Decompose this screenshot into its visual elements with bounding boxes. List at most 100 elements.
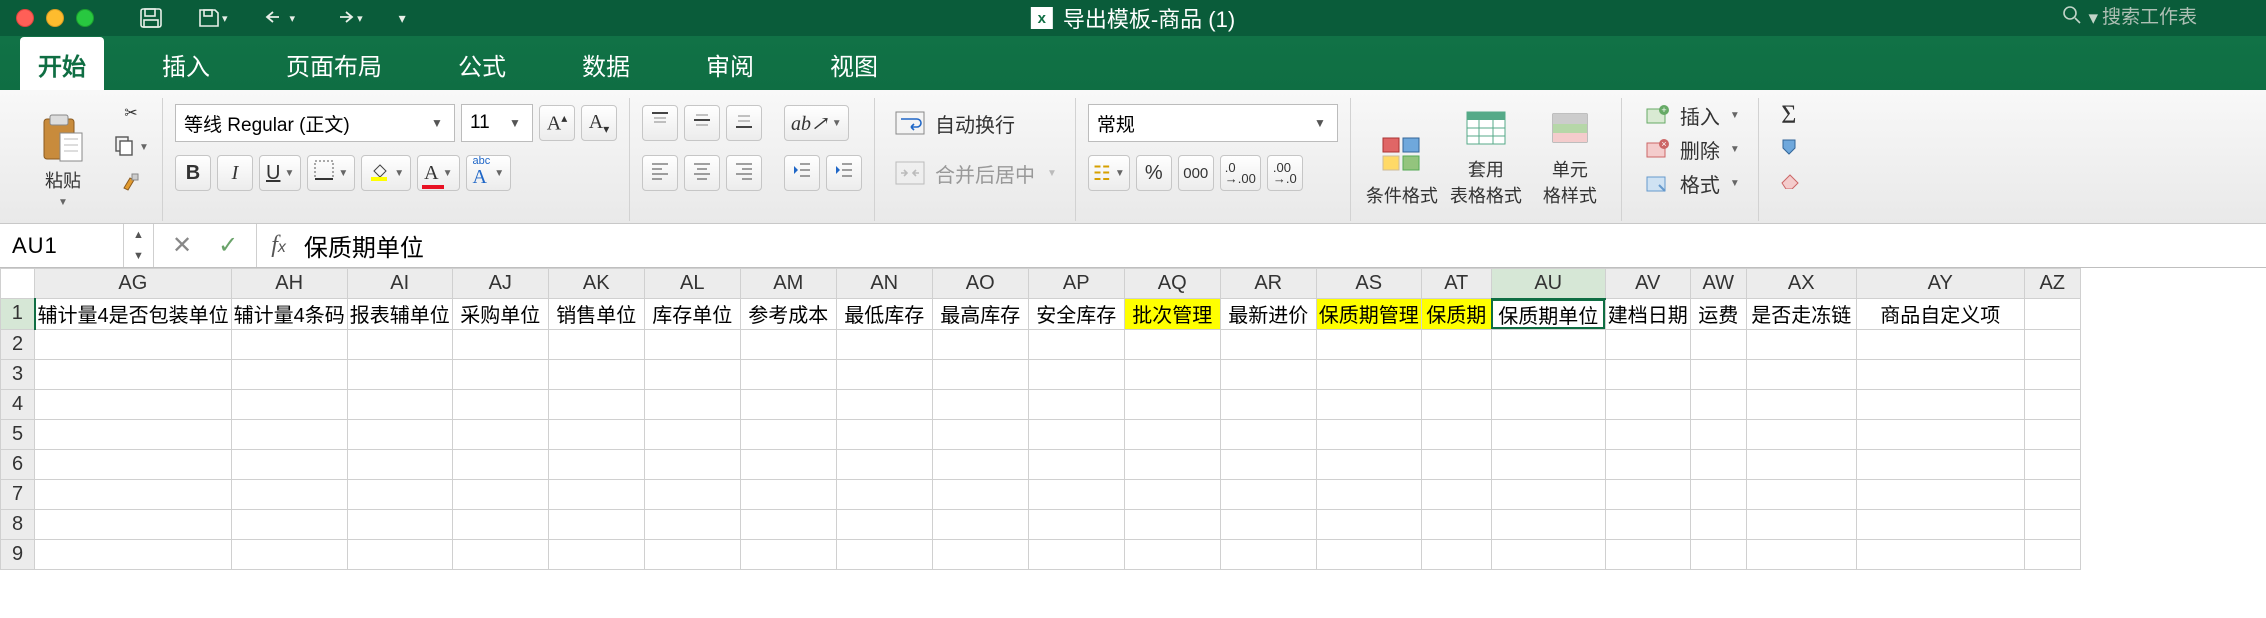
clear-button[interactable] [1771,165,1807,201]
cell[interactable] [35,389,232,419]
cell[interactable] [932,539,1028,569]
cell[interactable] [347,539,452,569]
fill-color-button[interactable]: ▼ [361,155,411,191]
cell[interactable]: 采购单位 [452,299,548,330]
cell[interactable] [932,419,1028,449]
cell[interactable]: 最新进价 [1220,299,1316,330]
cell[interactable] [1421,509,1491,539]
cell[interactable] [1690,509,1746,539]
orientation-button[interactable]: ab↗▼ [784,105,849,141]
percent-button[interactable]: % [1136,155,1172,191]
tab-home[interactable]: 开始 [20,37,104,90]
cell[interactable] [548,329,644,359]
cell[interactable] [1316,389,1421,419]
align-middle-button[interactable] [684,105,720,141]
align-center-button[interactable] [684,155,720,191]
cell[interactable] [1690,329,1746,359]
cell[interactable] [932,329,1028,359]
format-as-table-button[interactable]: 套用 表格格式 [1447,98,1525,208]
cell[interactable] [1028,539,1124,569]
cell[interactable] [2024,389,2080,419]
format-cells-button[interactable]: 格式▼ [1634,165,1746,201]
cell[interactable] [836,419,932,449]
cell[interactable] [740,449,836,479]
cell[interactable] [35,329,232,359]
paste-button[interactable]: 粘贴 ▼ [24,98,102,208]
cell[interactable] [644,389,740,419]
italic-button[interactable]: I [217,155,253,191]
cell[interactable] [1856,509,2024,539]
cell[interactable] [231,389,347,419]
cell[interactable]: 安全库存 [1028,299,1124,330]
cell[interactable] [1605,479,1690,509]
font-name-combo[interactable]: 等线 Regular (正文)▼ [175,104,455,142]
column-header[interactable]: AU [1491,269,1605,299]
copy-button[interactable]: ▼ [112,133,150,162]
search-input[interactable] [2102,7,2242,29]
cell[interactable] [1746,539,1856,569]
fx-icon[interactable]: fx [257,232,300,259]
cell[interactable] [347,419,452,449]
cell[interactable] [548,509,644,539]
cell[interactable] [231,329,347,359]
cell[interactable] [1124,359,1220,389]
cell[interactable] [1220,479,1316,509]
cell[interactable] [452,539,548,569]
cell[interactable] [1316,479,1421,509]
cell[interactable] [1746,449,1856,479]
decrease-indent-button[interactable] [784,155,820,191]
cell[interactable] [1605,359,1690,389]
cell[interactable] [1124,419,1220,449]
row-header[interactable]: 6 [1,449,35,479]
cell[interactable] [35,539,232,569]
cell[interactable] [347,449,452,479]
cell[interactable] [1746,359,1856,389]
column-header[interactable]: AK [548,269,644,299]
underline-button[interactable]: U▼ [259,155,301,191]
cell[interactable] [231,539,347,569]
wrap-text-button[interactable]: 自动换行 [887,105,1021,141]
cell[interactable] [1124,509,1220,539]
cell[interactable]: 建档日期 [1605,299,1690,330]
row-header[interactable]: 8 [1,509,35,539]
cell[interactable] [548,389,644,419]
cell[interactable] [452,389,548,419]
cell[interactable] [1316,509,1421,539]
cell[interactable] [932,509,1028,539]
autosum-button[interactable]: Σ [1771,97,1807,133]
cell[interactable] [231,359,347,389]
row-header[interactable]: 4 [1,389,35,419]
column-header[interactable]: AL [644,269,740,299]
cell[interactable] [2024,359,2080,389]
cell[interactable] [836,479,932,509]
row-header[interactable]: 9 [1,539,35,569]
cell[interactable] [1421,479,1491,509]
cell[interactable] [1316,359,1421,389]
maximize-window-button[interactable] [76,9,94,27]
cell[interactable] [836,389,932,419]
column-header[interactable]: AZ [2024,269,2080,299]
cell[interactable] [932,449,1028,479]
cell[interactable] [1605,329,1690,359]
comma-style-button[interactable]: 000 [1178,155,1214,191]
cell[interactable] [932,389,1028,419]
cell[interactable] [1856,359,2024,389]
cell[interactable] [644,359,740,389]
row-header[interactable]: 1 [1,299,35,330]
fill-button[interactable] [1771,131,1807,167]
cell[interactable] [2024,509,2080,539]
search-box[interactable]: ▾ [2062,5,2242,31]
tab-insert[interactable]: 插入 [144,37,228,90]
name-box-stepper[interactable]: ▲▼ [124,224,154,267]
row-header[interactable]: 7 [1,479,35,509]
cell[interactable] [2024,299,2080,330]
cell[interactable] [548,419,644,449]
cell[interactable] [836,539,932,569]
column-header[interactable]: AT [1421,269,1491,299]
cell[interactable] [1491,359,1605,389]
cell[interactable] [644,479,740,509]
number-format-combo[interactable]: 常规▼ [1088,104,1338,142]
cell[interactable] [1028,449,1124,479]
cell[interactable] [35,449,232,479]
column-header[interactable]: AQ [1124,269,1220,299]
